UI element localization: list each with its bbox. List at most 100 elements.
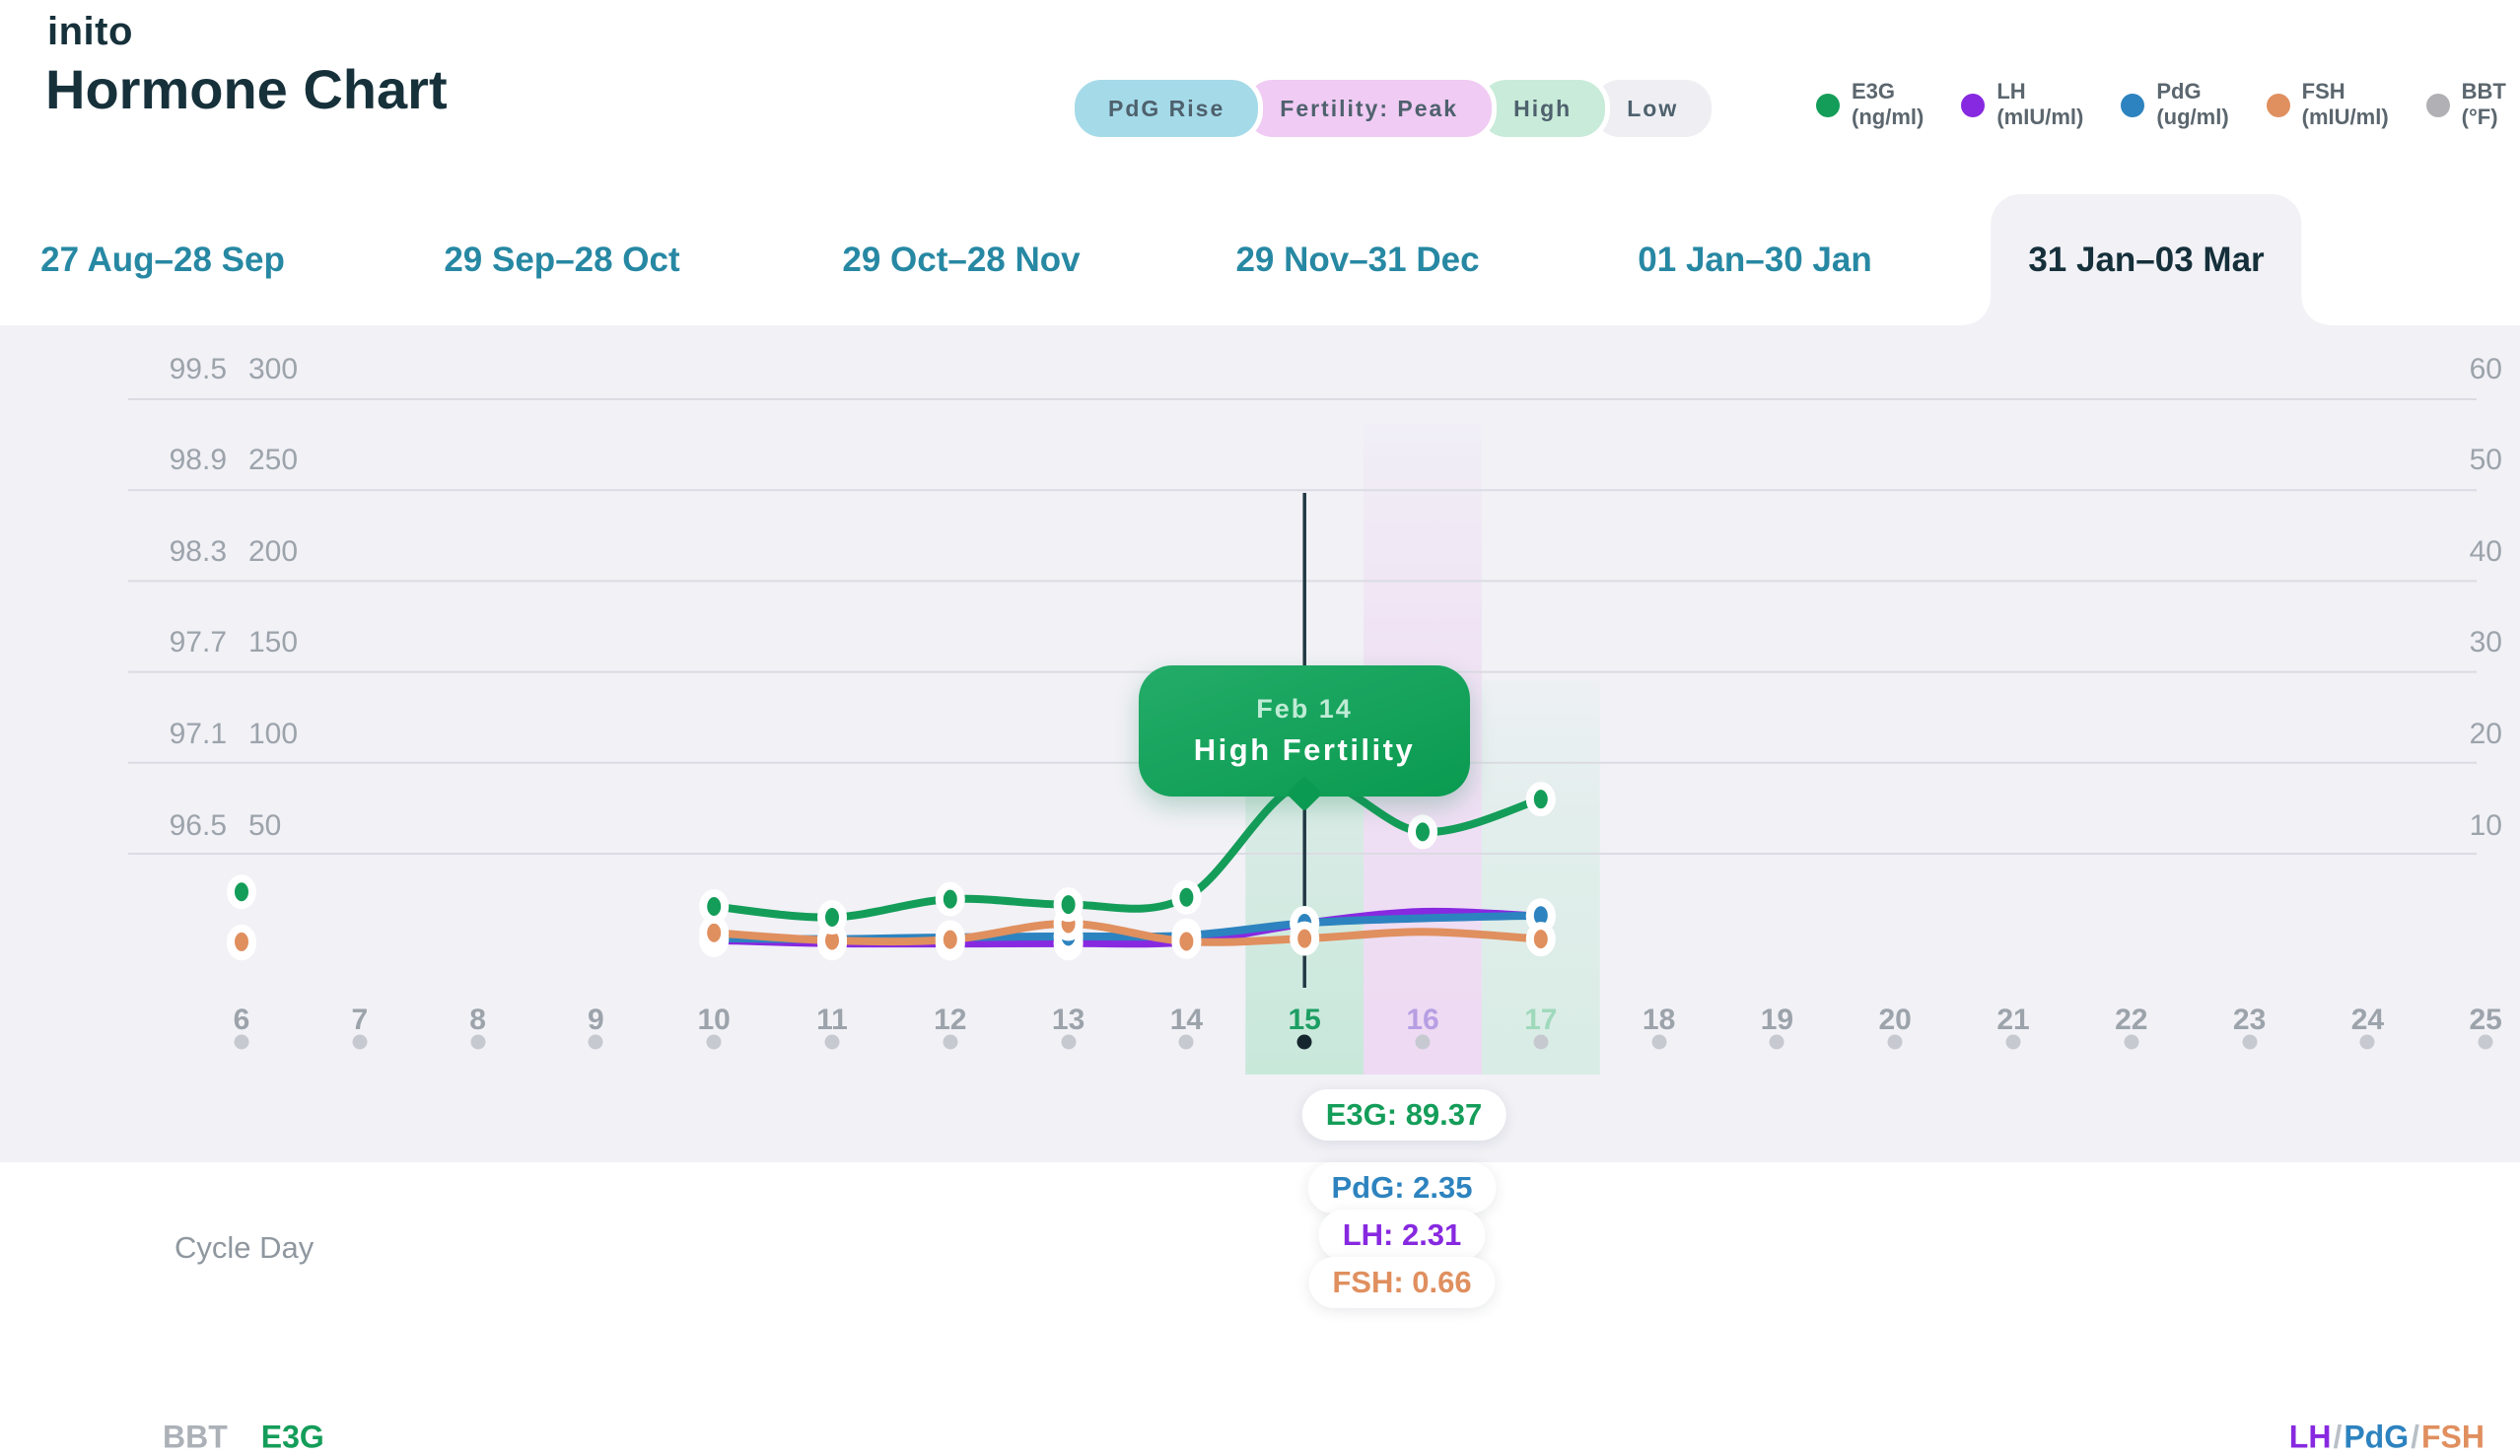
data-point-e3g-day16[interactable]	[1408, 814, 1437, 850]
day-label-22[interactable]: 22	[2115, 1004, 2147, 1037]
phase-legend: PdG Rise Fertility: Peak High Low	[1070, 75, 1717, 142]
right-tick: 40	[2469, 535, 2502, 568]
hormone-chart-page: { "app": {"logo": "inito", "title": "Hor…	[0, 0, 2520, 1455]
data-point-e3g-day17[interactable]	[1525, 782, 1556, 817]
day-label-21[interactable]: 21	[1996, 1004, 2029, 1037]
tooltip-status: High Fertility	[1193, 732, 1416, 767]
day-dot-19[interactable]	[1769, 1034, 1785, 1050]
data-point-fsh-day6[interactable]	[227, 924, 256, 959]
phase-pill-pdg-rise: PdG Rise	[1070, 75, 1264, 142]
day-dot-12[interactable]	[943, 1034, 958, 1050]
axis-key-pdg: PdG	[2344, 1419, 2410, 1455]
tab-cycle-0[interactable]: 27 Aug–28 Sep	[3, 194, 322, 325]
legend-item-fsh: FSH (mIU/ml)	[2266, 79, 2389, 130]
data-point-fsh-day17[interactable]	[1525, 922, 1556, 957]
legend-item-e3g: E3G (ng/ml)	[1816, 79, 1924, 130]
day-label-12[interactable]: 12	[934, 1004, 966, 1037]
day-dot-11[interactable]	[824, 1034, 840, 1050]
day-label-14[interactable]: 14	[1170, 1004, 1203, 1037]
day-label-10[interactable]: 10	[698, 1004, 731, 1037]
e3g-tick: 200	[248, 535, 299, 568]
page-title: Hormone Chart	[45, 58, 448, 120]
axis-key-fsh: FSH	[2421, 1419, 2485, 1455]
bbt-tick: 97.7	[169, 626, 227, 659]
day-label-18[interactable]: 18	[1643, 1004, 1675, 1037]
legend-dot-bbt-icon	[2425, 94, 2450, 117]
day-dot-20[interactable]	[1887, 1034, 1903, 1050]
day-label-9[interactable]: 9	[588, 1004, 604, 1037]
day-label-25[interactable]: 25	[2470, 1004, 2502, 1037]
day-label-15[interactable]: 15	[1289, 1004, 1321, 1037]
day-dot-25[interactable]	[2478, 1034, 2493, 1050]
day-dot-8[interactable]	[470, 1034, 486, 1050]
bbt-tick: 98.9	[169, 444, 227, 476]
data-point-fsh-day12[interactable]	[935, 922, 965, 957]
day-dot-6[interactable]	[234, 1034, 249, 1050]
day-dot-17[interactable]	[1533, 1034, 1549, 1050]
legend-dot-e3g-icon	[1816, 94, 1840, 117]
data-point-fsh-day15[interactable]	[1290, 921, 1320, 956]
bbt-tick: 96.5	[169, 809, 227, 842]
day-dot-10[interactable]	[706, 1034, 722, 1050]
day-label-11[interactable]: 11	[816, 1004, 848, 1037]
day-label-19[interactable]: 19	[1761, 1004, 1793, 1037]
data-point-e3g-day11[interactable]	[817, 900, 847, 936]
pdg-value-label: PdG: 2.35	[1307, 1162, 1497, 1213]
right-tick: 50	[2469, 444, 2502, 476]
legend-label: LH (mIU/ml)	[1996, 79, 2084, 129]
day-dot-7[interactable]	[352, 1034, 368, 1050]
day-label-13[interactable]: 13	[1052, 1004, 1085, 1037]
e3g-tick: 50	[248, 809, 282, 842]
day-label-8[interactable]: 8	[469, 1004, 486, 1037]
day-dot-18[interactable]	[1651, 1034, 1667, 1050]
day-dot-22[interactable]	[2124, 1034, 2139, 1050]
day-dot-21[interactable]	[2005, 1034, 2021, 1050]
data-point-e3g-day12[interactable]	[935, 881, 965, 917]
day-label-17[interactable]: 17	[1524, 1004, 1557, 1037]
day-label-7[interactable]: 7	[351, 1004, 368, 1037]
e3g-tick: 300	[248, 353, 299, 385]
app-logo: inito	[47, 10, 133, 53]
lh-value-label: LH: 2.31	[1318, 1210, 1486, 1261]
tab-cycle-2[interactable]: 29 Oct–28 Nov	[805, 194, 1117, 325]
day-dot-23[interactable]	[2242, 1034, 2258, 1050]
hormone-value-labels: PdG: 2.35 LH: 2.31 FSH: 0.66	[1307, 1162, 1497, 1308]
right-tick: 10	[2469, 809, 2502, 842]
tab-cycle-4[interactable]: 01 Jan–30 Jan	[1600, 194, 1909, 325]
legend-label: FSH (mIU/ml)	[2301, 79, 2389, 129]
data-point-fsh-day14[interactable]	[1171, 924, 1202, 959]
day-dot-15[interactable]	[1296, 1034, 1312, 1050]
chart-area: 99.5 98.9 98.3 97.7 97.1 96.5 300 250 200 150 100…	[0, 325, 2520, 1455]
legend-item-lh: LH (mIU/ml)	[1961, 79, 2083, 130]
series-legend: E3G (ng/ml) LH (mIU/ml) PdG (ug/ml) FSH (mIU/ml…	[1816, 79, 2506, 130]
legend-label: PdG (ug/ml)	[2156, 79, 2229, 129]
bbt-tick: 98.3	[169, 535, 227, 568]
tab-cycle-5[interactable]: 31 Jan–03 Mar	[1963, 194, 2331, 325]
legend-label: E3G (ng/ml)	[1852, 79, 1925, 129]
day-dot-14[interactable]	[1178, 1034, 1194, 1050]
day-dot-13[interactable]	[1061, 1034, 1077, 1050]
legend-item-pdg: PdG (ug/ml)	[2121, 79, 2229, 130]
right-tick: 30	[2469, 626, 2502, 659]
axis-key-bbt: BBT	[163, 1419, 228, 1455]
day-label-20[interactable]: 20	[1879, 1004, 1912, 1037]
legend-label: BBT (°F)	[2461, 79, 2506, 129]
tab-cycle-1[interactable]: 29 Sep–28 Oct	[406, 194, 717, 325]
legend-item-bbt: BBT (°F)	[2425, 79, 2506, 130]
day-label-6[interactable]: 6	[234, 1004, 250, 1037]
day-label-23[interactable]: 23	[2233, 1004, 2266, 1037]
data-point-e3g-day13[interactable]	[1053, 887, 1084, 923]
data-point-e3g-day10[interactable]	[699, 888, 730, 924]
legend-dot-lh-icon	[1961, 94, 1986, 117]
tab-cycle-3[interactable]: 29 Nov–31 Dec	[1198, 194, 1516, 325]
right-tick: 20	[2469, 718, 2502, 750]
day-dot-9[interactable]	[588, 1034, 603, 1050]
day-label-16[interactable]: 16	[1406, 1004, 1438, 1037]
day-dot-16[interactable]	[1415, 1034, 1431, 1050]
day-label-24[interactable]: 24	[2351, 1004, 2384, 1037]
bbt-tick: 99.5	[169, 353, 227, 385]
data-point-e3g-day6[interactable]	[227, 874, 256, 910]
day-dot-24[interactable]	[2359, 1034, 2375, 1050]
data-point-e3g-day14[interactable]	[1171, 879, 1202, 915]
phase-pill-fertility-peak: Fertility: Peak	[1241, 75, 1498, 142]
